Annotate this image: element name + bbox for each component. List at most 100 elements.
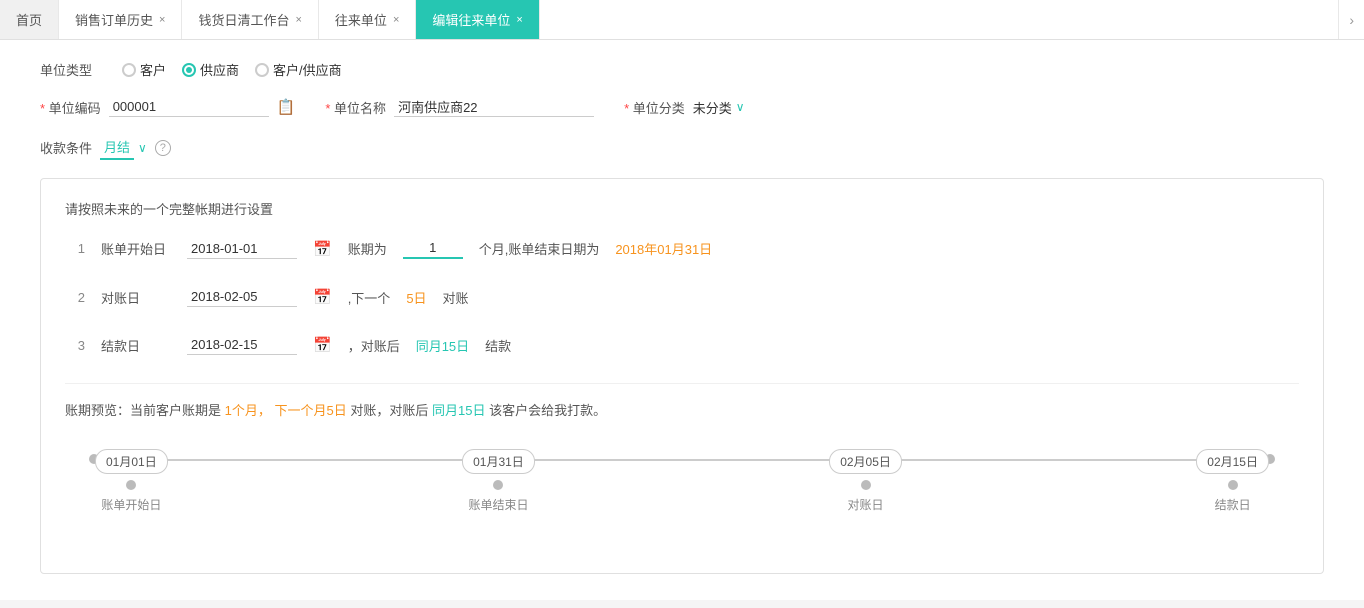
row-label-3: 结款日 [101,336,171,355]
unit-category-label: 单位分类 [624,98,685,117]
tab-more-button[interactable]: › [1338,0,1364,39]
preview-suffix: 该客户会给我打款。 [489,403,606,418]
node-label-4: 结款日 [1215,496,1251,513]
unit-category-field: 单位分类 未分类 ∨ [624,98,745,117]
tab-home[interactable]: 首页 [0,0,59,39]
main-content: 单位类型 客户 供应商 客户/供应商 单位编码 📋 单位名称 [0,40,1364,600]
row-label-2: 对账日 [101,288,171,307]
unit-name-field: 单位名称 [325,97,594,117]
payment-condition-chevron: ∨ [138,141,147,155]
tab-cash-workbench-close[interactable]: × [295,14,301,26]
node-badge-2: 01月31日 [462,449,535,474]
row-suffix-2a: ,下一个 [348,288,391,307]
radio-customer-supplier-circle [255,63,269,77]
payment-condition-select[interactable]: 月结 ∨ [100,135,147,160]
tab-cash-workbench-label: 钱货日清工作台 [198,10,289,29]
reconcile-date-input[interactable] [187,287,297,307]
tab-sales-history-close[interactable]: × [159,14,165,26]
unit-type-row: 单位类型 客户 供应商 客户/供应商 [40,60,1324,79]
unit-category-chevron: ∨ [736,100,745,114]
unit-category-select[interactable]: 未分类 ∨ [693,98,745,117]
panel-title: 请按照未来的一个完整帐期进行设置 [65,199,1299,218]
radio-supplier-label: 供应商 [200,60,239,79]
timeline-nodes: 01月01日 账单开始日 01月31日 账单结束日 02月05日 对账日 [95,449,1269,513]
tab-partners-close[interactable]: × [393,14,399,26]
payment-date-input[interactable] [187,335,297,355]
timeline-container: 01月01日 账单开始日 01月31日 账单结束日 02月05日 对账日 [65,439,1299,553]
node-label-1: 账单开始日 [101,496,161,513]
timeline-node-2: 01月31日 账单结束日 [462,449,535,513]
setting-row-3: 3 结款日 📅 ，对账后 同月15日 结款 [65,335,1299,355]
preview-section: 账期预览：当前客户账期是 1个月， 下一个月5日 对账，对账后 同月15日 该客… [65,383,1299,553]
radio-customer-label: 客户 [140,60,166,79]
row-suffix-3a: ，对账后 [348,336,400,355]
node-dot-3 [861,480,871,490]
row-num-3: 3 [65,338,85,353]
unit-category-value: 未分类 [693,98,732,117]
radio-customer[interactable]: 客户 [122,60,166,79]
payment-date-calendar-icon[interactable]: 📅 [313,336,332,354]
setting-row-2: 2 对账日 📅 ,下一个 5日 对账 [65,287,1299,307]
tab-partners-label: 往来单位 [335,10,387,29]
unit-name-label: 单位名称 [325,98,386,117]
row-suffix-3b: 结款 [485,336,511,355]
row-suffix-1a: 账期为 [348,239,387,258]
unit-info-row: 单位编码 📋 单位名称 单位分类 未分类 ∨ [40,97,1324,117]
node-dot-4 [1228,480,1238,490]
tab-home-label: 首页 [16,10,42,29]
tab-bar: 首页 销售订单历史 × 钱货日清工作台 × 往来单位 × 编辑往来单位 × › [0,0,1364,40]
tab-sales-history[interactable]: 销售订单历史 × [59,0,182,39]
row-suffix-2b: 对账 [443,288,469,307]
tab-edit-partner-label: 编辑往来单位 [432,10,510,29]
tab-edit-partner[interactable]: 编辑往来单位 × [416,0,539,39]
timeline-node-4: 02月15日 结款日 [1196,449,1269,513]
chevron-right-icon: › [1349,12,1354,28]
timeline-node-1: 01月01日 账单开始日 [95,449,168,513]
row-suffix-1b: 个月,账单结束日期为 [479,239,600,258]
node-label-3: 对账日 [848,496,884,513]
radio-supplier-circle [182,63,196,77]
node-badge-1: 01月01日 [95,449,168,474]
settings-panel: 请按照未来的一个完整帐期进行设置 1 账单开始日 📅 账期为 个月,账单结束日期… [40,178,1324,574]
preview-text: 账期预览：当前客户账期是 1个月， 下一个月5日 对账，对账后 同月15日 该客… [65,400,1299,419]
tab-sales-history-label: 销售订单历史 [75,10,153,29]
preview-payment-day: 同月15日 [432,403,485,418]
period-input[interactable] [403,238,463,259]
unit-type-label: 单位类型 [40,60,92,79]
tab-cash-workbench[interactable]: 钱货日清工作台 × [182,0,318,39]
unit-code-label: 单位编码 [40,98,101,117]
node-dot-2 [493,480,503,490]
unit-code-field: 单位编码 📋 [40,97,295,117]
payment-condition-row: 收款条件 月结 ∨ ? [40,135,1324,160]
unit-code-input[interactable] [109,97,269,117]
node-label-2: 账单结束日 [468,496,528,513]
preview-period: 1个月， [225,403,271,418]
tab-partners[interactable]: 往来单位 × [319,0,416,39]
reconcile-date-calendar-icon[interactable]: 📅 [313,288,332,306]
unit-name-input[interactable] [394,97,594,117]
timeline-node-3: 02月05日 对账日 [829,449,902,513]
radio-customer-supplier-label: 客户/供应商 [273,60,342,79]
radio-supplier[interactable]: 供应商 [182,60,239,79]
row-num-2: 2 [65,290,85,305]
unit-code-picker-icon[interactable]: 📋 [277,98,296,116]
payment-day-highlight: 同月15日 [416,336,469,355]
node-badge-3: 02月05日 [829,449,902,474]
setting-row-1: 1 账单开始日 📅 账期为 个月,账单结束日期为 2018年01月31日 [65,238,1299,259]
preview-reconcile-day: 下一个月5日 [275,403,347,418]
tab-edit-partner-close[interactable]: × [516,14,522,26]
radio-group-unit-type: 客户 供应商 客户/供应商 [122,60,342,79]
payment-condition-value: 月结 [100,135,134,160]
row-label-1: 账单开始日 [101,239,171,258]
radio-customer-supplier[interactable]: 客户/供应商 [255,60,342,79]
payment-condition-label: 收款条件 [40,138,92,157]
reconcile-day-highlight: 5日 [406,288,426,307]
row-num-1: 1 [65,241,85,256]
start-date-input[interactable] [187,239,297,259]
help-icon[interactable]: ? [155,140,171,156]
start-date-calendar-icon[interactable]: 📅 [313,240,332,258]
end-date-highlight: 2018年01月31日 [615,239,712,258]
preview-prefix: 账期预览：当前客户账期是 [65,403,221,418]
preview-middle: 对账，对账后 [350,403,428,418]
radio-customer-circle [122,63,136,77]
